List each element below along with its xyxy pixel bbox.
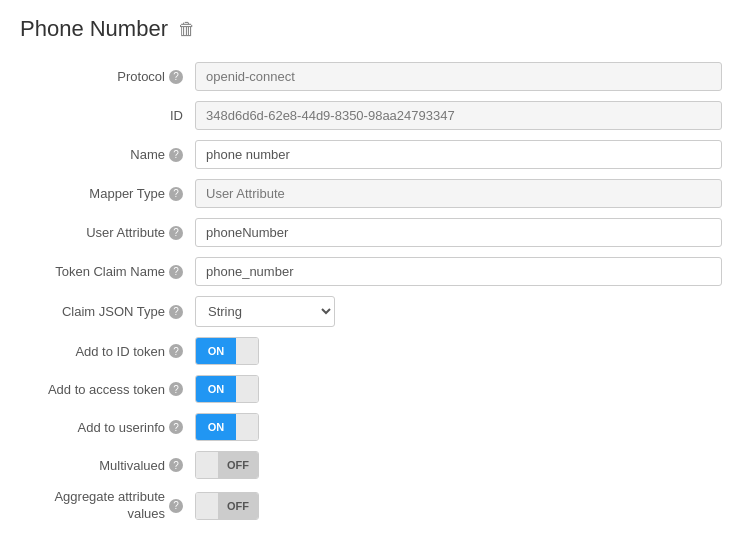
user-attribute-row: User Attribute ? [20,218,722,247]
toggle-off-part [236,414,258,440]
mapper-type-row: Mapper Type ? [20,179,722,208]
toggle-on-label: ON [196,414,236,440]
toggle-off-part [236,338,258,364]
user-attribute-label: User Attribute ? [20,225,195,240]
mapper-type-input[interactable] [195,179,722,208]
token-claim-name-label: Token Claim Name ? [20,264,195,279]
mapper-type-help-icon[interactable]: ? [169,187,183,201]
id-row: ID [20,101,722,130]
token-claim-help-icon[interactable]: ? [169,265,183,279]
name-row: Name ? [20,140,722,169]
user-attribute-input[interactable] [195,218,722,247]
claim-json-type-row: Claim JSON Type ? String long int boolea… [20,296,722,327]
page-title: Phone Number 🗑 [20,16,722,42]
id-input[interactable] [195,101,722,130]
multivalued-label: Multivalued ? [20,458,195,473]
add-access-token-row: Add to access token ? ON [20,375,722,403]
add-userinfo-label: Add to userinfo ? [20,420,195,435]
add-userinfo-toggle[interactable]: ON [195,413,259,441]
multivalued-row: Multivalued ? OFF [20,451,722,479]
trash-icon[interactable]: 🗑 [178,19,196,40]
add-access-token-label: Add to access token ? [20,382,195,397]
aggregate-toggle[interactable]: OFF [195,492,259,520]
add-userinfo-help-icon[interactable]: ? [169,420,183,434]
add-id-token-row: Add to ID token ? ON [20,337,722,365]
aggregate-row: Aggregate attribute values ? OFF [20,489,722,523]
protocol-help-icon[interactable]: ? [169,70,183,84]
add-access-token-help-icon[interactable]: ? [169,382,183,396]
user-attribute-help-icon[interactable]: ? [169,226,183,240]
claim-json-type-label: Claim JSON Type ? [20,304,195,319]
add-id-token-toggle[interactable]: ON [195,337,259,365]
name-help-icon[interactable]: ? [169,148,183,162]
toggle-inactive-left [196,452,218,478]
aggregate-label: Aggregate attribute values ? [20,489,195,523]
toggle-on-label: ON [196,338,236,364]
add-id-token-help-icon[interactable]: ? [169,344,183,358]
name-input[interactable] [195,140,722,169]
protocol-input[interactable] [195,62,722,91]
name-label: Name ? [20,147,195,162]
add-id-token-label: Add to ID token ? [20,344,195,359]
toggle-off-label: OFF [218,452,258,478]
add-userinfo-row: Add to userinfo ? ON [20,413,722,441]
claim-json-type-select[interactable]: String long int boolean JSON [195,296,335,327]
claim-json-type-help-icon[interactable]: ? [169,305,183,319]
title-text: Phone Number [20,16,168,42]
multivalued-toggle[interactable]: OFF [195,451,259,479]
toggle-inactive-left [196,493,218,519]
add-access-token-toggle[interactable]: ON [195,375,259,403]
token-claim-name-row: Token Claim Name ? [20,257,722,286]
id-label: ID [20,108,195,123]
protocol-label: Protocol ? [20,69,195,84]
mapper-type-label: Mapper Type ? [20,186,195,201]
protocol-row: Protocol ? [20,62,722,91]
multivalued-help-icon[interactable]: ? [169,458,183,472]
aggregate-help-icon[interactable]: ? [169,499,183,513]
toggle-off-label: OFF [218,493,258,519]
toggle-off-part [236,376,258,402]
toggle-on-label: ON [196,376,236,402]
token-claim-name-input[interactable] [195,257,722,286]
